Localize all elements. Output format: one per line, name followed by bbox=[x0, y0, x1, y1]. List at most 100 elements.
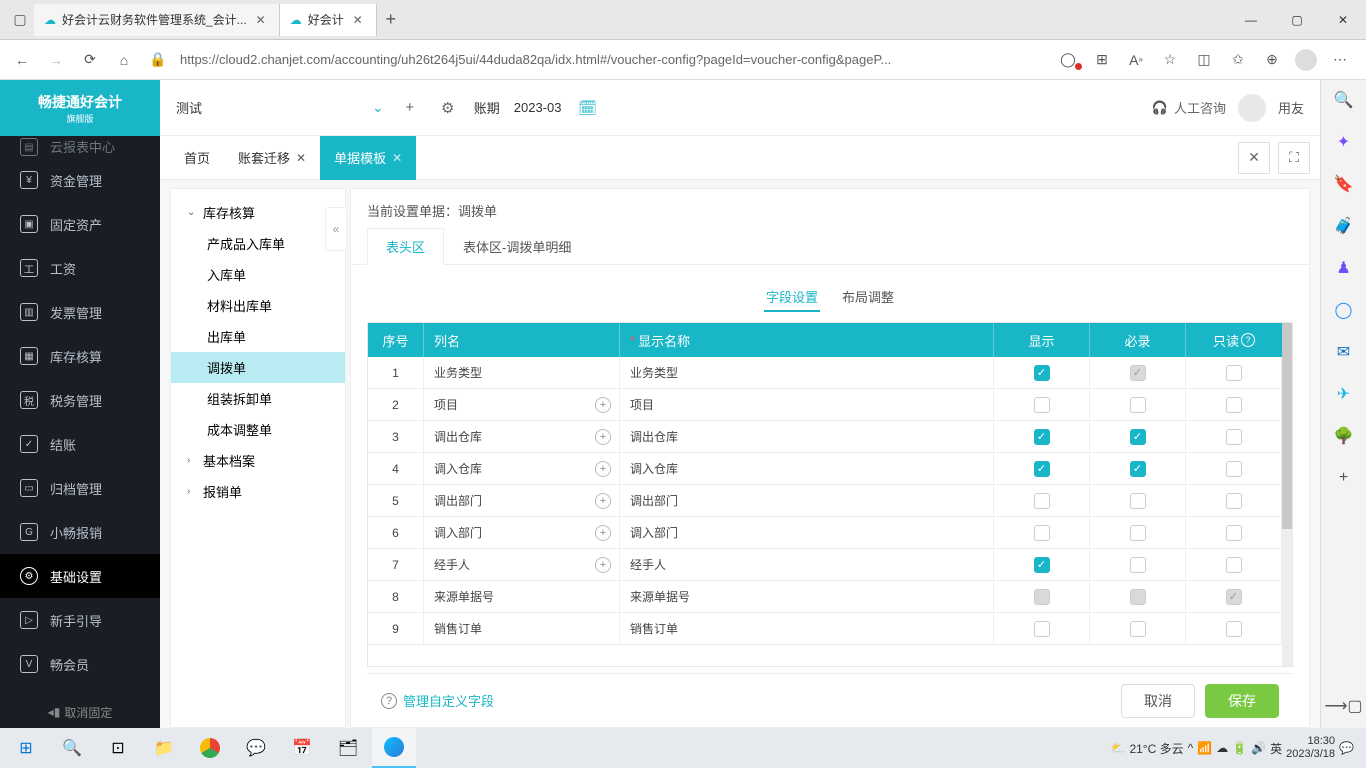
tab-migration[interactable]: 账套迁移✕ bbox=[224, 136, 320, 180]
add-circle-icon[interactable]: + bbox=[595, 493, 611, 509]
tree-item[interactable]: 组装拆卸单 bbox=[171, 383, 345, 414]
send-icon[interactable]: ✈ bbox=[1332, 382, 1356, 406]
brand-logo[interactable]: 畅捷通好会计 旗舰版 bbox=[0, 80, 160, 136]
nav-item[interactable]: 税税务管理 bbox=[0, 378, 160, 422]
tray-chevron-icon[interactable]: ^ bbox=[1188, 741, 1194, 755]
extensions-icon[interactable]: ⊞ bbox=[1086, 48, 1118, 72]
minimize-button[interactable]: — bbox=[1228, 0, 1274, 40]
checkbox[interactable] bbox=[1226, 525, 1242, 541]
checkbox[interactable] bbox=[1226, 461, 1242, 477]
account-set-dropdown[interactable]: 测试 ⌄ bbox=[176, 98, 384, 117]
cell-display[interactable]: 调入仓库 bbox=[620, 453, 994, 484]
tab-voucher-template[interactable]: 单据模板✕ bbox=[320, 136, 416, 180]
consult-link[interactable]: 🎧 人工咨询 bbox=[1152, 98, 1226, 117]
new-tab-button[interactable]: + bbox=[377, 6, 405, 34]
checkbox[interactable] bbox=[1034, 461, 1050, 477]
cancel-button[interactable]: 取消 bbox=[1121, 684, 1195, 718]
close-icon[interactable]: ✕ bbox=[392, 151, 402, 165]
file-explorer-icon[interactable]: 🗂 bbox=[326, 728, 370, 768]
close-icon[interactable]: ✕ bbox=[350, 12, 366, 28]
ime-indicator[interactable]: 英 bbox=[1270, 740, 1282, 757]
nav-item[interactable]: 工工资 bbox=[0, 246, 160, 290]
tree-group[interactable]: ›报销单 bbox=[171, 476, 345, 507]
sparkle-icon[interactable]: ✦ bbox=[1332, 130, 1356, 154]
forward-button[interactable]: → bbox=[44, 48, 68, 72]
nav-item[interactable]: ▷新手引导 bbox=[0, 598, 160, 642]
checkbox[interactable] bbox=[1130, 429, 1146, 445]
split-icon[interactable]: ◫ bbox=[1188, 48, 1220, 72]
volume-icon[interactable]: 🔊 bbox=[1251, 741, 1266, 755]
url-field[interactable]: https://cloud2.chanjet.com/accounting/uh… bbox=[180, 52, 1042, 67]
help-icon[interactable]: ? bbox=[1241, 333, 1255, 347]
calendar-icon[interactable]: 🗓 bbox=[575, 96, 599, 120]
tab-home[interactable]: 首页 bbox=[170, 136, 224, 180]
search-icon[interactable]: 🔍 bbox=[1332, 88, 1356, 112]
browser-tab[interactable]: ☁ 好会计云财务软件管理系统_会计... ✕ bbox=[34, 4, 280, 36]
checkbox[interactable] bbox=[1226, 557, 1242, 573]
lock-icon[interactable]: 🔒 bbox=[146, 48, 170, 72]
collections-icon[interactable]: ⊕ bbox=[1256, 48, 1288, 72]
outlook-icon[interactable]: ✉ bbox=[1332, 340, 1356, 364]
favorite-icon[interactable]: ☆ bbox=[1154, 48, 1186, 72]
refresh-button[interactable]: ⟳ bbox=[78, 48, 102, 72]
checkbox[interactable] bbox=[1226, 365, 1242, 381]
config-tab-header-area[interactable]: 表头区 bbox=[367, 228, 444, 265]
menu-icon[interactable]: ⋯ bbox=[1324, 48, 1356, 72]
checkbox[interactable] bbox=[1034, 557, 1050, 573]
close-icon[interactable]: ✕ bbox=[253, 12, 269, 28]
cell-display[interactable]: 调出部门 bbox=[620, 485, 994, 516]
sub-tab-field-settings[interactable]: 字段设置 bbox=[764, 283, 820, 312]
fullscreen-button[interactable]: ⛶ bbox=[1278, 142, 1310, 174]
save-button[interactable]: 保存 bbox=[1205, 684, 1279, 718]
weather-widget[interactable]: ⛅ 21°C 多云 bbox=[1110, 740, 1183, 757]
nav-item[interactable]: ▭归档管理 bbox=[0, 466, 160, 510]
help-icon[interactable]: ? bbox=[381, 693, 397, 709]
home-button[interactable]: ⌂ bbox=[112, 48, 136, 72]
settings-icon[interactable]: ⚙ bbox=[436, 96, 460, 120]
add-circle-icon[interactable]: + bbox=[595, 557, 611, 573]
tab-actions-icon[interactable]: ▢ bbox=[6, 6, 34, 34]
tree-group[interactable]: ⌄库存核算 bbox=[171, 197, 345, 228]
notifications-icon[interactable]: 💬 bbox=[1339, 741, 1354, 755]
edge-icon[interactable]: ◯ bbox=[1332, 298, 1356, 322]
add-circle-icon[interactable]: + bbox=[595, 525, 611, 541]
checkbox[interactable] bbox=[1034, 397, 1050, 413]
add-circle-icon[interactable]: + bbox=[595, 429, 611, 445]
nav-item-settings[interactable]: ⚙基础设置 bbox=[0, 554, 160, 598]
maximize-button[interactable]: ▢ bbox=[1274, 0, 1320, 40]
add-button[interactable]: + bbox=[398, 96, 422, 120]
unpin-button[interactable]: ◂▮取消固定 bbox=[0, 696, 160, 728]
checkbox[interactable] bbox=[1130, 397, 1146, 413]
cell-display[interactable]: 调入部门 bbox=[620, 517, 994, 548]
add-circle-icon[interactable]: + bbox=[595, 397, 611, 413]
tree-item[interactable]: 产成品入库单 bbox=[171, 228, 345, 259]
tree-item[interactable]: 入库单 bbox=[171, 259, 345, 290]
clock[interactable]: 18:30 2023/3/18 bbox=[1286, 735, 1335, 761]
task-view-button[interactable]: ⊡ bbox=[96, 728, 140, 768]
profile-icon[interactable] bbox=[1290, 48, 1322, 72]
cell-display[interactable]: 项目 bbox=[620, 389, 994, 420]
checkbox[interactable] bbox=[1130, 557, 1146, 573]
close-icon[interactable]: ✕ bbox=[296, 151, 306, 165]
checkbox[interactable] bbox=[1130, 493, 1146, 509]
tree-group[interactable]: ›基本档案 bbox=[171, 445, 345, 476]
favorites-bar-icon[interactable]: ✩ bbox=[1222, 48, 1254, 72]
nav-item[interactable]: ▥发票管理 bbox=[0, 290, 160, 334]
nav-item[interactable]: V畅会员 bbox=[0, 642, 160, 686]
tree-item-selected[interactable]: 调拨单 bbox=[171, 352, 345, 383]
cell-display[interactable]: 经手人 bbox=[620, 549, 994, 580]
cell-display[interactable]: 销售订单 bbox=[620, 613, 994, 644]
cell-display[interactable]: 调出仓库 bbox=[620, 421, 994, 452]
nav-item[interactable]: G小畅报销 bbox=[0, 510, 160, 554]
edge-icon[interactable] bbox=[372, 728, 416, 768]
nav-item[interactable]: ▣固定资产 bbox=[0, 202, 160, 246]
checkbox[interactable] bbox=[1130, 461, 1146, 477]
chrome-icon[interactable] bbox=[188, 728, 232, 768]
table-scrollbar[interactable] bbox=[1282, 323, 1292, 666]
nav-item[interactable]: ¥资金管理 bbox=[0, 158, 160, 202]
checkbox[interactable] bbox=[1130, 621, 1146, 637]
add-tool-icon[interactable]: + bbox=[1332, 466, 1356, 490]
custom-fields-link[interactable]: 管理自定义字段 bbox=[403, 691, 494, 710]
collapse-panel-button[interactable]: « bbox=[325, 207, 347, 251]
font-size-icon[interactable]: A» bbox=[1120, 48, 1152, 72]
